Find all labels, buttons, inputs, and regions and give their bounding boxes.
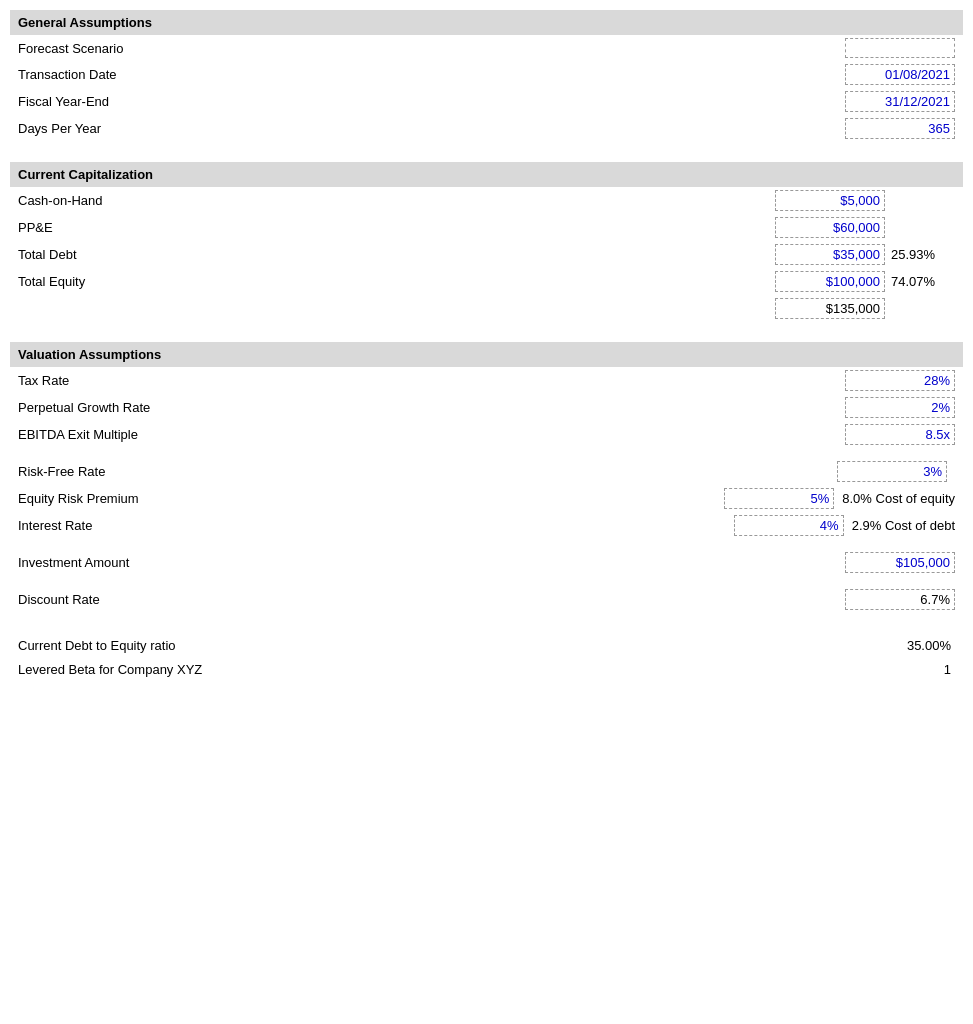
forecast-scenario-row: Forecast Scenario (10, 35, 963, 61)
risk-free-rate-label: Risk-Free Rate (18, 464, 837, 479)
valuation-assumptions-section: Valuation Assumptions Tax Rate 28% Perpe… (10, 342, 963, 681)
perpetual-growth-rate-row: Perpetual Growth Rate 2% (10, 394, 963, 421)
levered-beta-value: 1 (845, 662, 955, 677)
interest-rate-note: 2.9% Cost of debt (844, 518, 955, 533)
fiscal-year-end-label: Fiscal Year-End (18, 94, 845, 109)
total-equity-percent: 74.07% (885, 274, 955, 289)
debt-equity-ratio-value: 35.00% (845, 638, 955, 653)
total-debt-row: Total Debt $35,000 25.93% (10, 241, 963, 268)
transaction-date-input[interactable]: 01/08/2021 (845, 64, 955, 85)
cash-on-hand-row: Cash-on-Hand $5,000 (10, 187, 963, 214)
cash-on-hand-label: Cash-on-Hand (18, 193, 775, 208)
debt-equity-ratio-row: Current Debt to Equity ratio 35.00% (10, 633, 963, 657)
cash-on-hand-input[interactable]: $5,000 (775, 190, 885, 211)
risk-free-rate-row: Risk-Free Rate 3% (10, 458, 963, 485)
levered-beta-row: Levered Beta for Company XYZ 1 (10, 657, 963, 681)
transaction-date-row: Transaction Date 01/08/2021 (10, 61, 963, 88)
ppe-label: PP&E (18, 220, 775, 235)
tax-rate-row: Tax Rate 28% (10, 367, 963, 394)
total-equity-label: Total Equity (18, 274, 775, 289)
ebitda-exit-multiple-label: EBITDA Exit Multiple (18, 427, 845, 442)
interest-rate-input[interactable]: 4% (734, 515, 844, 536)
days-per-year-input[interactable]: 365 (845, 118, 955, 139)
tax-rate-label: Tax Rate (18, 373, 845, 388)
forecast-scenario-input[interactable] (845, 38, 955, 58)
capitalization-total-row: $135,000 (10, 295, 963, 322)
risk-free-rate-input[interactable]: 3% (837, 461, 947, 482)
valuation-assumptions-header: Valuation Assumptions (10, 342, 963, 367)
investment-amount-input[interactable]: $105,000 (845, 552, 955, 573)
general-assumptions-section: General Assumptions Forecast Scenario Tr… (10, 10, 963, 142)
debt-equity-ratio-label: Current Debt to Equity ratio (18, 638, 845, 653)
total-debt-percent: 25.93% (885, 247, 955, 262)
total-equity-input[interactable]: $100,000 (775, 271, 885, 292)
capitalization-total-value: $135,000 (775, 298, 885, 319)
equity-risk-premium-note: 8.0% Cost of equity (834, 491, 955, 506)
investment-amount-row: Investment Amount $105,000 (10, 549, 963, 576)
investment-amount-label: Investment Amount (18, 555, 845, 570)
discount-rate-value: 6.7% (845, 589, 955, 610)
perpetual-growth-rate-label: Perpetual Growth Rate (18, 400, 845, 415)
interest-rate-label: Interest Rate (18, 518, 734, 533)
current-capitalization-section: Current Capitalization Cash-on-Hand $5,0… (10, 162, 963, 322)
tax-rate-input[interactable]: 28% (845, 370, 955, 391)
total-debt-label: Total Debt (18, 247, 775, 262)
interest-rate-row: Interest Rate 4% 2.9% Cost of debt (10, 512, 963, 539)
perpetual-growth-rate-input[interactable]: 2% (845, 397, 955, 418)
equity-risk-premium-label: Equity Risk Premium (18, 491, 724, 506)
fiscal-year-end-row: Fiscal Year-End 31/12/2021 (10, 88, 963, 115)
total-equity-row: Total Equity $100,000 74.07% (10, 268, 963, 295)
ppe-input[interactable]: $60,000 (775, 217, 885, 238)
ppe-row: PP&E $60,000 (10, 214, 963, 241)
discount-rate-row: Discount Rate 6.7% (10, 586, 963, 613)
ebitda-exit-multiple-input[interactable]: 8.5x (845, 424, 955, 445)
general-assumptions-header: General Assumptions (10, 10, 963, 35)
days-per-year-row: Days Per Year 365 (10, 115, 963, 142)
levered-beta-label: Levered Beta for Company XYZ (18, 662, 845, 677)
days-per-year-label: Days Per Year (18, 121, 845, 136)
current-capitalization-header: Current Capitalization (10, 162, 963, 187)
transaction-date-label: Transaction Date (18, 67, 845, 82)
total-debt-input[interactable]: $35,000 (775, 244, 885, 265)
forecast-scenario-label: Forecast Scenario (18, 41, 845, 56)
discount-rate-label: Discount Rate (18, 592, 845, 607)
ebitda-exit-multiple-row: EBITDA Exit Multiple 8.5x (10, 421, 963, 448)
fiscal-year-end-input[interactable]: 31/12/2021 (845, 91, 955, 112)
equity-risk-premium-row: Equity Risk Premium 5% 8.0% Cost of equi… (10, 485, 963, 512)
equity-risk-premium-input[interactable]: 5% (724, 488, 834, 509)
